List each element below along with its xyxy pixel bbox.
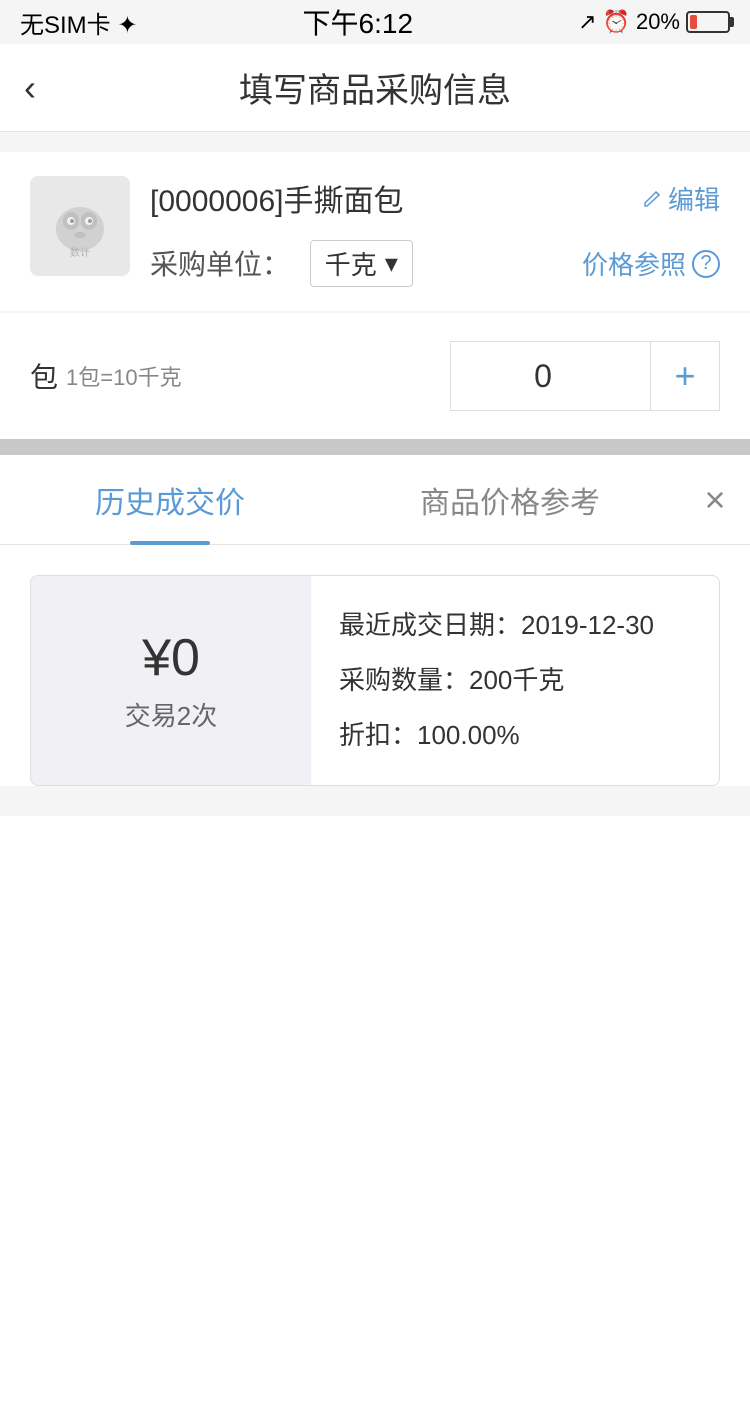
quantity-plus-button[interactable]: + <box>650 341 720 411</box>
unit-value: 千克 <box>325 245 377 282</box>
recent-date-row: 最近成交日期：2019-12-30 <box>339 606 691 645</box>
product-name: [0000006]手撕面包 <box>150 176 403 220</box>
tab-product-price-ref-label: 商品价格参考 <box>420 478 600 522</box>
recent-date-label: 最近成交日期： <box>339 610 521 640</box>
alarm-icon: ⏰ <box>603 9 630 35</box>
product-unit-row: 采购单位： 千克 ▾ 价格参照 ? <box>150 240 720 287</box>
edit-icon <box>642 187 664 209</box>
tab-history-price-label: 历史成交价 <box>95 478 245 522</box>
product-info: [0000006]手撕面包 编辑 采购单位： 千克 ▾ 价格参照 ? <box>150 176 720 287</box>
unit-selector: 采购单位： 千克 ▾ <box>150 240 413 287</box>
transaction-card: ¥0 交易2次 最近成交日期：2019-12-30 采购数量：200千克 折扣：… <box>30 575 720 786</box>
quantity-input[interactable] <box>450 341 650 411</box>
transaction-detail-side: 最近成交日期：2019-12-30 采购数量：200千克 折扣：100.00% <box>311 576 719 785</box>
location-icon: ↗ <box>578 9 596 35</box>
transaction-price: ¥0 <box>142 628 200 688</box>
nav-bar: ‹ 填写商品采购信息 <box>0 44 750 132</box>
unit-dropdown[interactable]: 千克 ▾ <box>310 240 413 287</box>
price-ref-label: 价格参照 <box>582 245 686 282</box>
price-value: 0 <box>171 629 200 687</box>
price-reference-button[interactable]: 价格参照 ? <box>582 245 720 282</box>
product-logo-icon: 数计 <box>45 191 115 261</box>
edit-label: 编辑 <box>668 180 720 217</box>
product-image: 数计 <box>30 176 130 276</box>
page-title: 填写商品采购信息 <box>239 63 511 112</box>
status-time: 下午6:12 <box>303 2 414 42</box>
tab-history-price[interactable]: 历史成交价 <box>0 455 340 545</box>
unit-label: 采购单位： <box>150 249 290 280</box>
carrier-text: 无SIM卡 ✦ <box>20 5 137 40</box>
transaction-times: 交易2次 <box>125 696 217 733</box>
back-button[interactable]: ‹ <box>24 67 36 109</box>
product-header: [0000006]手撕面包 编辑 <box>150 176 720 220</box>
price-tabs: 历史成交价 商品价格参考 × <box>0 455 750 545</box>
unit-icon: 包 <box>30 356 58 396</box>
recent-date-value: 2019-12-30 <box>521 610 654 640</box>
unit-conversion-hint: 1包=10千克 <box>66 360 182 392</box>
tab-product-price-ref[interactable]: 商品价格参考 <box>340 455 680 545</box>
tab-active-indicator <box>130 541 210 545</box>
quantity-section: 包 1包=10千克 + <box>0 313 750 439</box>
section-divider <box>0 439 750 455</box>
svg-text:数计: 数计 <box>70 246 90 259</box>
status-left: 无SIM卡 ✦ <box>20 5 137 40</box>
battery-icon <box>686 11 730 33</box>
transaction-price-side: ¥0 交易2次 <box>31 576 311 785</box>
purchase-qty-label: 采购数量： <box>339 665 469 695</box>
currency-symbol: ¥ <box>142 629 171 687</box>
close-panel-button[interactable]: × <box>680 455 750 545</box>
bottom-area <box>0 816 750 1416</box>
quantity-control: + <box>450 341 720 411</box>
discount-label: 折扣： <box>339 720 417 750</box>
status-bar: 无SIM卡 ✦ 下午6:12 ↗ ⏰ 20% <box>0 0 750 44</box>
product-card: 数计 [0000006]手撕面包 编辑 采购单位： 千克 ▾ <box>0 152 750 311</box>
discount-row: 折扣：100.00% <box>339 716 691 755</box>
quantity-label: 包 1包=10千克 <box>30 356 182 396</box>
price-reference-panel: 历史成交价 商品价格参考 × ¥0 交易2次 最近成交日期：2019-12-30… <box>0 455 750 786</box>
purchase-qty-value: 200千克 <box>469 665 564 695</box>
dropdown-arrow-icon: ▾ <box>385 248 398 279</box>
edit-button[interactable]: 编辑 <box>642 180 720 217</box>
status-right: ↗ ⏰ 20% <box>578 9 730 35</box>
discount-value: 100.00% <box>417 720 520 750</box>
battery-pct: 20% <box>636 9 680 35</box>
price-ref-help-icon: ? <box>692 250 720 278</box>
purchase-qty-row: 采购数量：200千克 <box>339 661 691 700</box>
